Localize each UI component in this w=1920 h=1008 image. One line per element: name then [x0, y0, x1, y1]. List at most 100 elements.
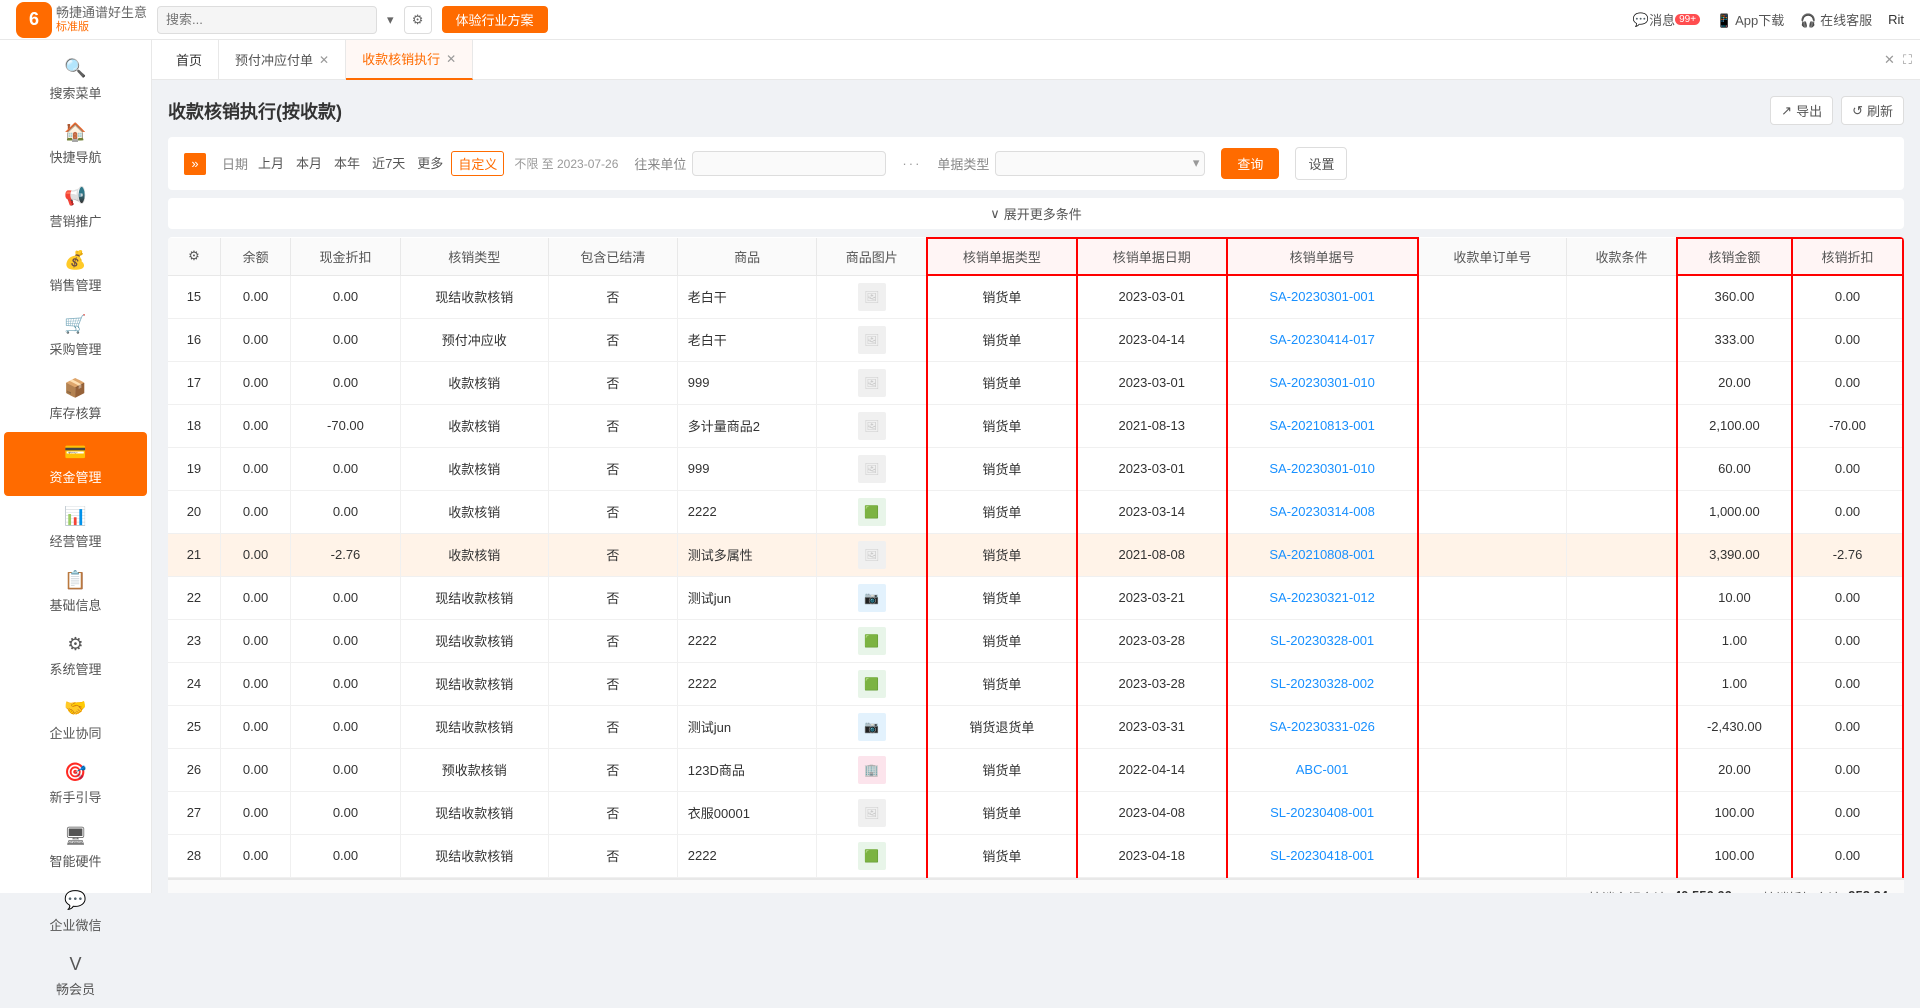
tab-prepay-close[interactable]: ✕ — [319, 53, 329, 67]
tab-home[interactable]: 首页 — [160, 40, 219, 80]
search-input[interactable] — [157, 6, 377, 34]
table-row: 20 0.00 0.00 收款核销 否 2222 🟩 销货单 2023-03-1… — [168, 490, 1903, 533]
date-prev-month[interactable]: 上月 — [254, 151, 288, 176]
doc-no-link[interactable]: SL-20230408-001 — [1270, 805, 1374, 820]
row-amount: 360.00 — [1677, 275, 1792, 318]
industry-btn[interactable]: 体验行业方案 — [442, 6, 548, 33]
sidebar-item-member[interactable]: V 畅会员 — [0, 944, 151, 1008]
app-download[interactable]: 📱 App下载 — [1716, 10, 1784, 29]
sidebar-item-guide[interactable]: 🎯 新手引导 — [0, 752, 151, 816]
row-doc-type: 销货单 — [927, 748, 1077, 791]
sidebar-item-operations[interactable]: 📊 经营管理 — [0, 496, 151, 560]
sidebar-item-purchase[interactable]: 🛒 采购管理 — [0, 304, 151, 368]
table-row: 18 0.00 -70.00 收款核销 否 多计量商品2 🖼 销货单 2021-… — [168, 404, 1903, 447]
table-row: 22 0.00 0.00 现结收款核销 否 测试jun 📷 销货单 2023-0… — [168, 576, 1903, 619]
doc-no-link[interactable]: SA-20230331-026 — [1269, 719, 1375, 734]
doc-no-link[interactable]: SA-20230301-001 — [1269, 289, 1375, 304]
partner-input[interactable] — [692, 151, 886, 176]
tab-prepay[interactable]: 预付冲应付单 ✕ — [219, 40, 346, 80]
dropdown-toggle[interactable]: ▾ — [387, 12, 394, 28]
doc-no-link[interactable]: SA-20230301-010 — [1269, 461, 1375, 476]
filter-expand-button[interactable]: » — [184, 153, 206, 175]
marketing-icon: 📢 — [64, 186, 86, 207]
doc-no-link[interactable]: SA-20210808-001 — [1269, 547, 1375, 562]
export-button[interactable]: ↗ 导出 — [1770, 96, 1833, 125]
row-type: 收款核销 — [400, 404, 548, 447]
row-img: 🖼 — [817, 791, 927, 834]
row-doc-date: 2023-03-01 — [1077, 275, 1227, 318]
expand-icon: ∨ — [990, 206, 1000, 222]
close-all-icon[interactable]: ✕ — [1884, 52, 1895, 68]
doc-no-link[interactable]: SA-20230321-012 — [1269, 590, 1375, 605]
table-scroll[interactable]: ⚙ 余额 现金折扣 核销类型 包含已结清 商品 商品图片 核销单据类型 核销单据… — [168, 237, 1904, 878]
notification[interactable]: 💬 消息 99+ — [1633, 10, 1700, 29]
sidebar-item-finance[interactable]: 💳 资金管理 — [4, 432, 147, 496]
hardware-icon: 🖥 — [64, 826, 87, 847]
row-id: 17 — [168, 361, 220, 404]
doc-no-link[interactable]: ABC-001 — [1296, 762, 1349, 777]
row-doc-no: SL-20230328-002 — [1227, 662, 1418, 705]
row-discount: 0.00 — [1792, 490, 1903, 533]
date-more[interactable]: 更多 — [413, 151, 447, 176]
date-cur-month[interactable]: 本月 — [292, 151, 326, 176]
doc-no-link[interactable]: SA-20210813-001 — [1269, 418, 1375, 433]
doctype-input[interactable] — [995, 151, 1205, 176]
date-cur-year[interactable]: 本年 — [330, 151, 364, 176]
refresh-button[interactable]: ↺ 刷新 — [1841, 96, 1904, 125]
sidebar-item-marketing[interactable]: 📢 营销推广 — [0, 176, 151, 240]
sidebar-item-inventory[interactable]: 📦 库存核算 — [0, 368, 151, 432]
date-7days[interactable]: 近7天 — [368, 151, 409, 176]
filter-doctype-group: 单据类型 ▾ — [937, 151, 1205, 176]
expand-more[interactable]: ∨ 展开更多条件 — [168, 198, 1904, 229]
doc-no-link[interactable]: SL-20230328-001 — [1270, 633, 1374, 648]
sidebar-item-basics[interactable]: 📋 基础信息 — [0, 560, 151, 624]
row-settled: 否 — [548, 748, 677, 791]
maximize-icon[interactable]: ⛶ — [1903, 52, 1912, 68]
row-goods: 老白干 — [677, 318, 817, 361]
col-goods: 商品 — [677, 238, 817, 275]
tab-writeoff-close[interactable]: ✕ — [446, 52, 456, 66]
row-amount: 20.00 — [1677, 748, 1792, 791]
row-doc-no: SL-20230328-001 — [1227, 619, 1418, 662]
row-goods: 2222 — [677, 490, 817, 533]
doctype-dropdown-icon: ▾ — [1193, 155, 1200, 171]
row-order-no — [1418, 533, 1567, 576]
col-settings[interactable]: ⚙ — [168, 238, 220, 275]
user-name[interactable]: Rit — [1888, 12, 1904, 27]
row-img: 📷 — [817, 705, 927, 748]
row-order-no — [1418, 490, 1567, 533]
row-doc-no: SL-20230418-001 — [1227, 834, 1418, 877]
settings-button[interactable]: ⚙ — [404, 6, 432, 34]
sidebar-item-label: 营销推广 — [49, 211, 101, 230]
total-discount-label: 核销折扣合计: — [1763, 888, 1845, 894]
sidebar-item-weixin[interactable]: 💬 企业微信 — [0, 880, 151, 944]
doc-no-link[interactable]: SA-20230414-017 — [1269, 332, 1375, 347]
sidebar-item-label: 搜索菜单 — [49, 83, 101, 102]
sidebar-item-hardware[interactable]: 🖥 智能硬件 — [0, 816, 151, 880]
doc-no-link[interactable]: SA-20230301-010 — [1269, 375, 1375, 390]
row-order-no — [1418, 361, 1567, 404]
sidebar-item-nav[interactable]: 🏠 快捷导航 — [0, 112, 151, 176]
doc-no-link[interactable]: SL-20230328-002 — [1270, 676, 1374, 691]
sales-icon: 💰 — [64, 250, 86, 271]
row-settled: 否 — [548, 576, 677, 619]
doc-no-link[interactable]: SL-20230418-001 — [1270, 848, 1374, 863]
tab-writeoff[interactable]: 收款核销执行 ✕ — [346, 40, 473, 80]
online-service[interactable]: 🎧 在线客服 — [1800, 10, 1872, 29]
sidebar-item-system[interactable]: ⚙ 系统管理 — [0, 624, 151, 688]
doctype-label: 单据类型 — [937, 154, 989, 173]
row-img: 🟩 — [817, 619, 927, 662]
row-order-no — [1418, 834, 1567, 877]
row-goods: 999 — [677, 447, 817, 490]
sidebar-item-sales[interactable]: 💰 销售管理 — [0, 240, 151, 304]
sidebar-item-label: 系统管理 — [49, 659, 101, 678]
sidebar-item-label: 销售管理 — [49, 275, 101, 294]
total-amount: 核销金额合计: 40,556,66... — [1588, 888, 1742, 894]
sidebar-item-search[interactable]: 🔍 搜索菜单 — [0, 48, 151, 112]
sidebar-item-collab[interactable]: 🤝 企业协同 — [0, 688, 151, 752]
settings-button-filter[interactable]: 设置 — [1295, 147, 1347, 180]
query-button[interactable]: 查询 — [1221, 148, 1279, 179]
date-custom[interactable]: 自定义 — [451, 151, 504, 176]
doc-no-link[interactable]: SA-20230314-008 — [1269, 504, 1375, 519]
row-order-no — [1418, 447, 1567, 490]
